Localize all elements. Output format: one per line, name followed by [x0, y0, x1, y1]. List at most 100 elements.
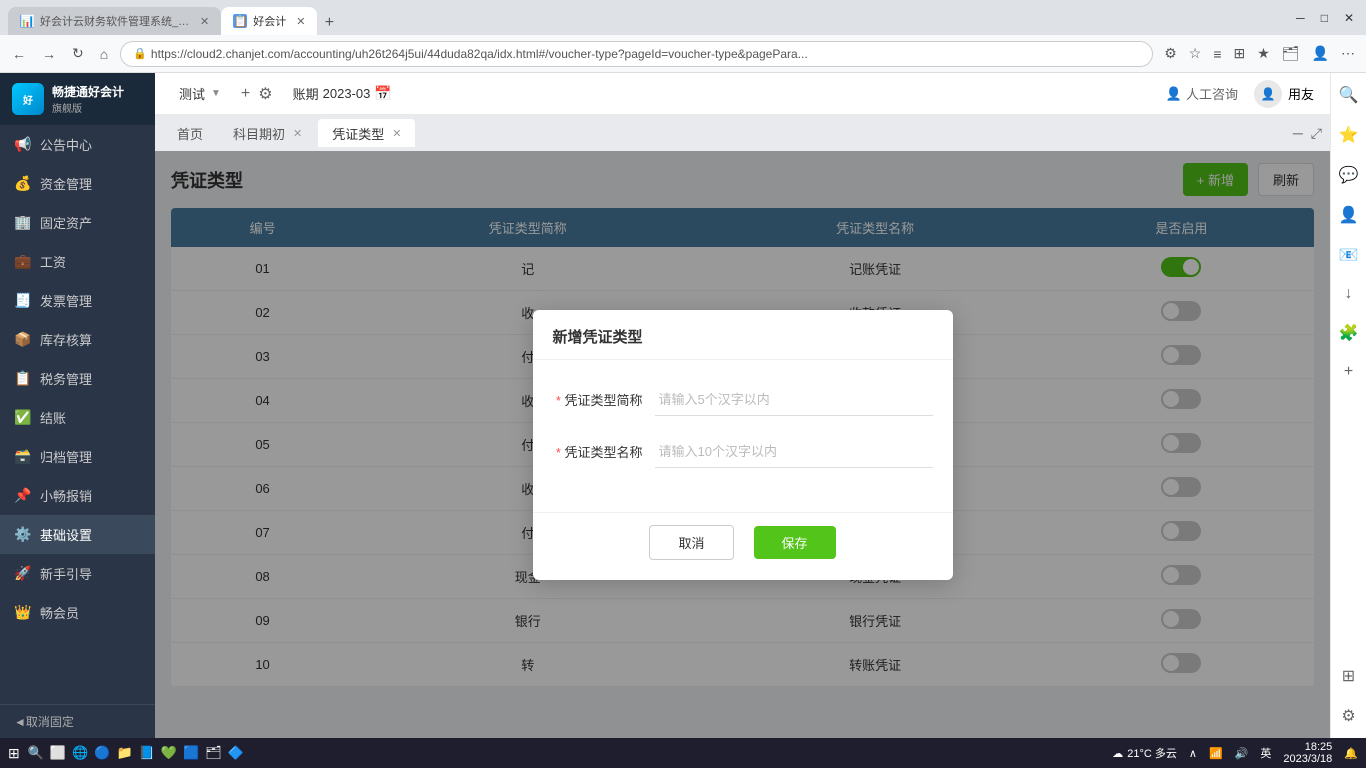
address-text: https://cloud2.chanjet.com/accounting/uh… [151, 47, 808, 61]
date: 2023/3/18 [1283, 753, 1332, 765]
sound-icon: 🔊 [1235, 747, 1249, 760]
close-button[interactable]: ✕ [1340, 11, 1358, 25]
new-tab-button[interactable]: + [317, 11, 341, 35]
browser-tab-2[interactable]: 📋 好会计 ✕ [221, 7, 317, 35]
right-star-icon[interactable]: ⭐ [1335, 121, 1363, 149]
member-icon: 👑 [14, 604, 32, 621]
sidebar-item-checkout[interactable]: ✅ 结账 [0, 398, 155, 437]
form-row-name: 凭证类型名称 [553, 436, 933, 468]
tab-subject[interactable]: 科目期初 ✕ [219, 119, 316, 147]
reader-icon[interactable]: ≡ [1210, 43, 1224, 65]
tab-home-label: 首页 [177, 124, 203, 143]
bookmark-icon[interactable]: ☆ [1186, 42, 1205, 65]
workspace-selector[interactable]: 测试 ▼ [171, 80, 229, 107]
forward-button[interactable]: → [38, 42, 60, 66]
split-icon[interactable]: ⊞ [1230, 42, 1248, 65]
right-search-icon[interactable]: 🔍 [1335, 81, 1363, 109]
sidebar-item-assets[interactable]: 🏢 固定资产 [0, 203, 155, 242]
sidebar-item-guide[interactable]: 🚀 新手引导 [0, 554, 155, 593]
checkout-icon: ✅ [14, 409, 32, 426]
tab-expand-icon[interactable]: ⤢ [1311, 125, 1322, 142]
right-chat-icon[interactable]: 💬 [1335, 161, 1363, 189]
right-download-icon[interactable]: ↓ [1341, 281, 1357, 307]
sidebar-item-invoice[interactable]: 🧾 发票管理 [0, 281, 155, 320]
browser-tab-2-close[interactable]: ✕ [296, 15, 305, 28]
field-abbr-input[interactable] [655, 384, 933, 416]
sidebar-item-announcements[interactable]: 📢 公告中心 [0, 125, 155, 164]
sidebar-footer: ◄取消固定 [0, 704, 155, 738]
maximize-button[interactable]: □ [1317, 11, 1332, 25]
taskbar-wechat-icon[interactable]: 💚 [161, 745, 177, 761]
sidebar-label-checkout: 结账 [40, 408, 66, 427]
consult-icon: 👤 [1166, 86, 1182, 102]
consult-button[interactable]: 👤 人工咨询 [1166, 84, 1238, 103]
browser-tab-1-close[interactable]: ✕ [200, 15, 209, 28]
browser-tab-1[interactable]: 📊 好会计云财务软件管理系统_会计 ✕ [8, 7, 221, 35]
tab-subject-close[interactable]: ✕ [293, 127, 302, 140]
sidebar-item-expense[interactable]: 📌 小畅报销 [0, 476, 155, 515]
start-button[interactable]: ⊞ [8, 745, 20, 762]
taskbar-up-icon[interactable]: ∧ [1189, 747, 1197, 760]
address-input[interactable]: 🔒 https://cloud2.chanjet.com/accounting/… [120, 41, 1153, 67]
right-grid-icon[interactable]: ⊞ [1338, 662, 1359, 690]
sidebar-item-archive[interactable]: 🗃️ 归档管理 [0, 437, 155, 476]
taskbar-search-icon[interactable]: 🔍 [28, 745, 44, 761]
sidebar-item-funds[interactable]: 💰 资金管理 [0, 164, 155, 203]
right-user-icon[interactable]: 👤 [1335, 201, 1363, 229]
modal-cancel-button[interactable]: 取消 [649, 525, 733, 560]
field-name-input[interactable] [655, 436, 933, 468]
modal-add-voucher-type: 新增凭证类型 凭证类型简称 凭证类型名称 取消 [533, 310, 953, 580]
sidebar-label-settings: 基础设置 [40, 525, 92, 544]
salary-icon: 💼 [14, 253, 32, 270]
taskbar-explorer-icon[interactable]: 📁 [116, 745, 132, 761]
tab-voucher-type[interactable]: 凭证类型 ✕ [318, 119, 415, 147]
period-info: 账期 2023-03 📅 [293, 84, 392, 103]
tab-voucher-type-label: 凭证类型 [332, 124, 384, 143]
user-info[interactable]: 👤 用友 [1254, 80, 1314, 108]
app-container: 好 畅捷通好会计 旗舰版 📢 公告中心 💰 资金管理 🏢 固定资产 💼 工资 🧾… [0, 73, 1366, 738]
modal-save-button[interactable]: 保存 [754, 526, 836, 559]
taskbar-folder-icon[interactable]: 🗂 [205, 745, 222, 761]
right-outlook-icon[interactable]: 📧 [1335, 241, 1363, 269]
back-button[interactable]: ← [8, 42, 30, 66]
taskbar-edge2-icon[interactable]: 📘 [139, 745, 155, 761]
menu-icon[interactable]: ⋯ [1338, 42, 1358, 65]
logo-text: 畅捷通好会计 [52, 83, 124, 100]
sidebar-label-tax: 税务管理 [40, 369, 92, 388]
taskbar-chrome-icon[interactable]: 🔵 [94, 745, 110, 761]
collections-icon[interactable]: 🗂 [1279, 42, 1303, 65]
topbar-add-icon[interactable]: + [241, 85, 250, 103]
settings-icon: ⚙️ [14, 526, 32, 543]
calendar-icon[interactable]: 📅 [374, 85, 391, 102]
announcements-icon: 📢 [14, 136, 32, 153]
right-add-icon[interactable]: + [1340, 359, 1357, 385]
tab-minimize-icon[interactable]: ─ [1293, 125, 1303, 142]
favorites-icon[interactable]: ★ [1254, 42, 1273, 65]
sidebar-item-salary[interactable]: 💼 工资 [0, 242, 155, 281]
taskbar-edge-icon[interactable]: 🌐 [72, 745, 88, 761]
topbar-settings-icon[interactable]: ⚙ [258, 84, 272, 104]
signal-icon: 📶 [1209, 747, 1223, 760]
unpin-button[interactable]: ◄取消固定 [0, 705, 155, 738]
tab-home[interactable]: 首页 [163, 119, 217, 147]
taskbar-browser-icon[interactable]: 🔷 [228, 745, 244, 761]
extensions-icon[interactable]: ⚙ [1161, 42, 1180, 65]
tab-voucher-type-close[interactable]: ✕ [392, 127, 401, 140]
minimize-button[interactable]: ─ [1292, 11, 1309, 25]
sidebar-item-settings[interactable]: ⚙️ 基础设置 [0, 515, 155, 554]
right-panel: 🔍 ⭐ 💬 👤 📧 ↓ 🧩 + ⊞ ⚙ [1330, 73, 1366, 738]
user-avatar: 👤 [1254, 80, 1282, 108]
refresh-button[interactable]: ↻ [68, 41, 88, 66]
sidebar-label-assets: 固定资产 [40, 213, 92, 232]
browser-tabs: 📊 好会计云财务软件管理系统_会计 ✕ 📋 好会计 ✕ + [8, 0, 1280, 35]
taskbar-taskview-icon[interactable]: ⬜ [50, 745, 66, 761]
profile-icon[interactable]: 👤 [1309, 42, 1332, 65]
taskbar-app-icon[interactable]: 🟦 [183, 745, 199, 761]
home-button[interactable]: ⌂ [96, 42, 112, 66]
right-puzzle-icon[interactable]: 🧩 [1335, 319, 1363, 347]
sidebar-item-tax[interactable]: 📋 税务管理 [0, 359, 155, 398]
sidebar-item-inventory[interactable]: 📦 库存核算 [0, 320, 155, 359]
sidebar-item-member[interactable]: 👑 畅会员 [0, 593, 155, 632]
right-settings-icon[interactable]: ⚙ [1337, 702, 1359, 730]
notification-icon[interactable]: 🔔 [1344, 747, 1358, 760]
